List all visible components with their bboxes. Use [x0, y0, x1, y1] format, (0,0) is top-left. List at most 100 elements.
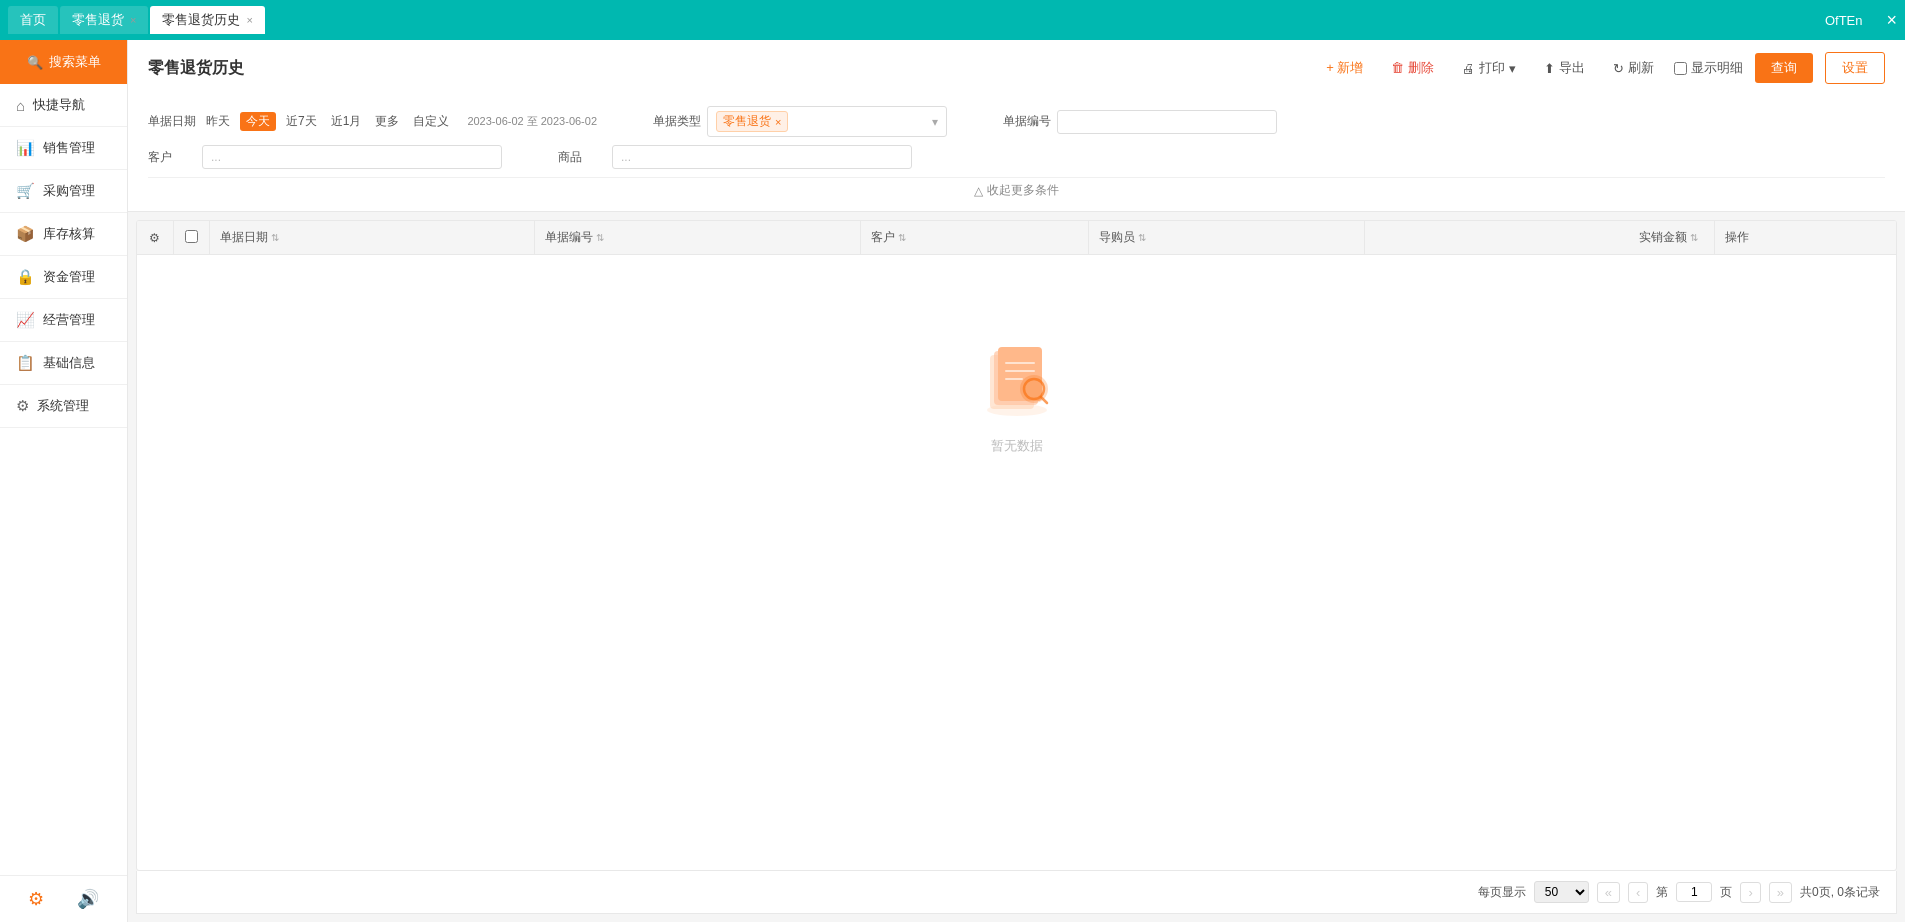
main-layout: 🔍 搜索菜单 ⌂ 快捷导航 📊 销售管理 🛒 采购管理 📦 库存核算 🔒 资金管… [0, 40, 1905, 922]
goods-select[interactable]: ... [612, 145, 912, 169]
th-doc-date[interactable]: 单据日期 ⇅ [209, 221, 535, 255]
first-page-button[interactable]: « [1597, 882, 1620, 903]
tab-home[interactable]: 零售退货历史 首页 [8, 6, 58, 34]
app-brand: OfTEn [1825, 13, 1879, 28]
select-all-checkbox[interactable] [185, 230, 198, 243]
doc-type-label: 单据类型 [653, 113, 701, 130]
page-size-select[interactable]: 50 10 20 100 [1534, 881, 1589, 903]
date-btn-more[interactable]: 更多 [371, 112, 403, 131]
goods-label: 商品 [558, 149, 606, 166]
th-checkbox[interactable] [173, 221, 209, 255]
last-page-button[interactable]: » [1769, 882, 1792, 903]
doc-type-tag-close[interactable]: × [775, 116, 781, 128]
sidebar-item-label: 快捷导航 [33, 96, 85, 114]
search-icon: 🔍 [27, 55, 43, 70]
page-label: 第 [1656, 884, 1668, 901]
content-area: 零售退货历史 + 新增 🗑 删除 🖨 打印 ▾ ⬆ 导出 ↻ [128, 40, 1905, 922]
sidebar-item-sales-mgmt[interactable]: 📊 销售管理 [0, 127, 127, 170]
sidebar-item-inventory-calc[interactable]: 📦 库存核算 [0, 213, 127, 256]
sidebar: 🔍 搜索菜单 ⌂ 快捷导航 📊 销售管理 🛒 采购管理 📦 库存核算 🔒 资金管… [0, 40, 128, 922]
prev-page-button[interactable]: ‹ [1628, 882, 1648, 903]
collapse-arrow-icon: △ [974, 184, 983, 198]
date-btn-7days[interactable]: 近7天 [282, 112, 321, 131]
sort-icon: ⇅ [596, 232, 604, 243]
refresh-icon: ↻ [1613, 61, 1624, 76]
lock-icon: 🔒 [16, 268, 35, 286]
sort-icon: ⇅ [898, 232, 906, 243]
clipboard-icon: 📋 [16, 354, 35, 372]
refresh-button[interactable]: ↻ 刷新 [1605, 55, 1662, 81]
sidebar-item-label: 经营管理 [43, 311, 95, 329]
sidebar-item-ops-mgmt[interactable]: 📈 经营管理 [0, 299, 127, 342]
tab-retail-return-history-close[interactable]: × [246, 14, 252, 26]
date-btn-1month[interactable]: 近1月 [327, 112, 366, 131]
date-btn-custom[interactable]: 自定义 [409, 112, 453, 131]
page-header: 零售退货历史 + 新增 🗑 删除 🖨 打印 ▾ ⬆ 导出 ↻ [128, 40, 1905, 212]
top-bar: 零售退货历史 首页 零售退货 × 零售退货历史 × OfTEn × [0, 0, 1905, 40]
delete-button[interactable]: 🗑 删除 [1383, 55, 1442, 81]
date-btn-yesterday[interactable]: 昨天 [202, 112, 234, 131]
th-doc-no[interactable]: 单据编号 ⇅ [535, 221, 861, 255]
print-dropdown-icon: ▾ [1509, 61, 1516, 76]
settings-icon[interactable]: ⚙ [28, 888, 44, 910]
date-range-value: 2023-06-02 至 2023-06-02 [467, 114, 597, 129]
pagination-bar: 每页显示 50 10 20 100 « ‹ 第 页 › » 共0页, 0条记录 [136, 871, 1897, 914]
date-btn-today[interactable]: 今天 [240, 112, 276, 131]
settings-button[interactable]: 设置 [1825, 52, 1885, 84]
volume-icon[interactable]: 🔊 [77, 888, 99, 910]
tab-retail-return-close[interactable]: × [130, 14, 136, 26]
gear-icon: ⚙ [16, 397, 29, 415]
sidebar-bottom: ⚙ 🔊 [0, 875, 127, 922]
total-info: 共0页, 0条记录 [1800, 884, 1880, 901]
sidebar-item-basic-info[interactable]: 📋 基础信息 [0, 342, 127, 385]
sidebar-item-label: 系统管理 [37, 397, 89, 415]
page-size-label: 每页显示 [1478, 884, 1526, 901]
sidebar-search[interactable]: 🔍 搜索菜单 [0, 40, 127, 84]
add-button[interactable]: + 新增 [1318, 55, 1371, 81]
print-button[interactable]: 🖨 打印 ▾ [1454, 55, 1524, 81]
th-amount[interactable]: 实销金额 ⇅ [1365, 221, 1715, 255]
print-icon: 🖨 [1462, 61, 1475, 76]
sidebar-item-purchase-mgmt[interactable]: 🛒 采购管理 [0, 170, 127, 213]
doc-no-input[interactable] [1057, 110, 1277, 134]
page-number-input[interactable] [1676, 882, 1712, 902]
data-table: ⚙ 单据日期 ⇅ 单据编号 [136, 220, 1897, 871]
doc-type-filter: 单据类型 零售退货 × ▾ [653, 106, 947, 137]
results-table: ⚙ 单据日期 ⇅ 单据编号 [137, 221, 1896, 535]
doc-type-select[interactable]: 零售退货 × ▾ [707, 106, 947, 137]
sidebar-item-label: 基础信息 [43, 354, 95, 372]
window-close-button[interactable]: × [1886, 10, 1897, 31]
box-icon: 📦 [16, 225, 35, 243]
empty-state-cell: 暂无数据 [137, 255, 1896, 536]
th-guide[interactable]: 导购员 ⇅ [1088, 221, 1365, 255]
th-settings[interactable]: ⚙ [137, 221, 173, 255]
table-header-row: ⚙ 单据日期 ⇅ 单据编号 [137, 221, 1896, 255]
tab-retail-return-history[interactable]: 零售退货历史 × [150, 6, 264, 34]
th-customer[interactable]: 客户 ⇅ [860, 221, 1088, 255]
cart-icon: 🛒 [16, 182, 35, 200]
sidebar-item-quick-nav[interactable]: ⌂ 快捷导航 [0, 84, 127, 127]
sidebar-item-finance-mgmt[interactable]: 🔒 资金管理 [0, 256, 127, 299]
collapse-button[interactable]: △ 收起更多条件 [148, 177, 1885, 203]
customer-select[interactable]: ... [202, 145, 502, 169]
collapse-label: 收起更多条件 [987, 182, 1059, 199]
home-icon: ⌂ [16, 97, 25, 114]
export-button[interactable]: ⬆ 导出 [1536, 55, 1593, 81]
sort-icon: ⇅ [1690, 232, 1698, 243]
doc-no-filter: 单据编号 [1003, 110, 1277, 134]
tab-retail-return[interactable]: 零售退货 × [60, 6, 148, 34]
display-detail-label: 显示明细 [1691, 59, 1743, 77]
customer-label: 客户 [148, 149, 196, 166]
date-label: 单据日期 [148, 113, 196, 130]
doc-type-dropdown-icon: ▾ [932, 115, 938, 129]
doc-type-tag: 零售退货 × [716, 111, 788, 132]
sidebar-search-label: 搜索菜单 [49, 53, 101, 71]
display-detail-checkbox[interactable]: 显示明细 [1674, 59, 1743, 77]
query-button[interactable]: 查询 [1755, 53, 1813, 83]
next-page-button[interactable]: › [1740, 882, 1760, 903]
display-detail-input[interactable] [1674, 62, 1687, 75]
sidebar-item-label: 采购管理 [43, 182, 95, 200]
sort-icon: ⇅ [1138, 232, 1146, 243]
empty-text: 暂无数据 [991, 437, 1043, 455]
sidebar-item-sys-mgmt[interactable]: ⚙ 系统管理 [0, 385, 127, 428]
